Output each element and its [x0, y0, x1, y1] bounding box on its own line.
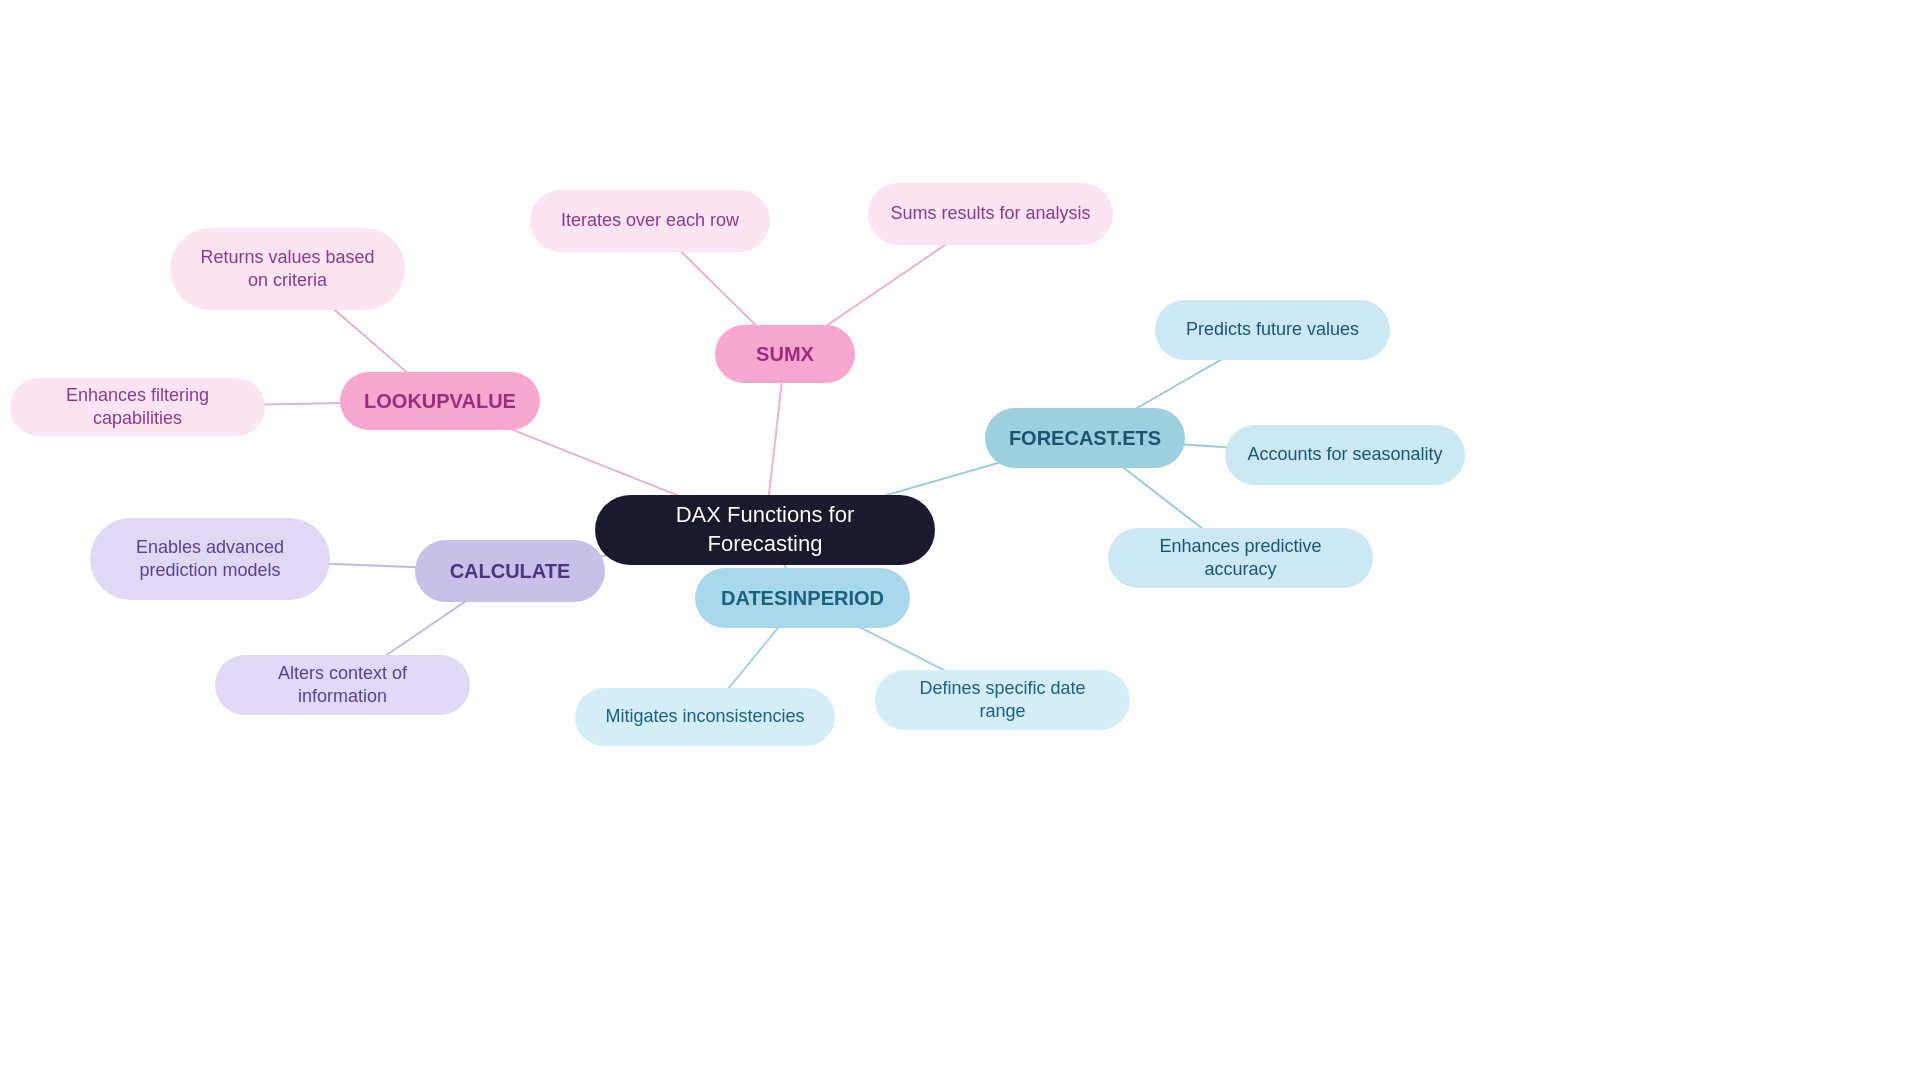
enhances-pred-label: Enhances predictive accuracy	[1130, 535, 1351, 582]
enhances-filter-label: Enhances filtering capabilities	[32, 384, 243, 431]
predicts-node: Predicts future values	[1155, 300, 1390, 360]
center-label: DAX Functions for Forecasting	[617, 501, 913, 558]
alters-node: Alters context of information	[215, 655, 470, 715]
alters-label: Alters context of information	[237, 662, 448, 709]
enhances-filter-node: Enhances filtering capabilities	[10, 378, 265, 436]
sums-node: Sums results for analysis	[868, 183, 1113, 245]
enhances-pred-node: Enhances predictive accuracy	[1108, 528, 1373, 588]
predicts-label: Predicts future values	[1186, 318, 1359, 341]
accounts-node: Accounts for seasonality	[1225, 425, 1465, 485]
iterates-label: Iterates over each row	[561, 209, 739, 232]
forecast-node: FORECAST.ETS	[985, 408, 1185, 468]
mitigates-label: Mitigates inconsistencies	[605, 705, 804, 728]
calculate-label: CALCULATE	[450, 558, 571, 584]
iterates-node: Iterates over each row	[530, 190, 770, 252]
datesinperiod-label: DATESINPERIOD	[721, 585, 884, 611]
calculate-node: CALCULATE	[415, 540, 605, 602]
lookupvalue-node: LOOKUPVALUE	[340, 372, 540, 430]
datesinperiod-node: DATESINPERIOD	[695, 568, 910, 628]
sumx-label: SUMX	[756, 341, 814, 367]
mitigates-node: Mitigates inconsistencies	[575, 688, 835, 746]
forecast-label: FORECAST.ETS	[1009, 425, 1161, 451]
accounts-label: Accounts for seasonality	[1247, 443, 1442, 466]
sumx-node: SUMX	[715, 325, 855, 383]
lookupvalue-label: LOOKUPVALUE	[364, 388, 516, 414]
returns-label: Returns values based on criteria	[192, 246, 383, 293]
enables-node: Enables advanced prediction models	[90, 518, 330, 600]
sums-label: Sums results for analysis	[890, 202, 1090, 225]
enables-label: Enables advanced prediction models	[112, 536, 308, 583]
returns-node: Returns values based on criteria	[170, 228, 405, 310]
defines-label: Defines specific date range	[897, 677, 1108, 724]
defines-node: Defines specific date range	[875, 670, 1130, 730]
center-node: DAX Functions for Forecasting	[595, 495, 935, 565]
